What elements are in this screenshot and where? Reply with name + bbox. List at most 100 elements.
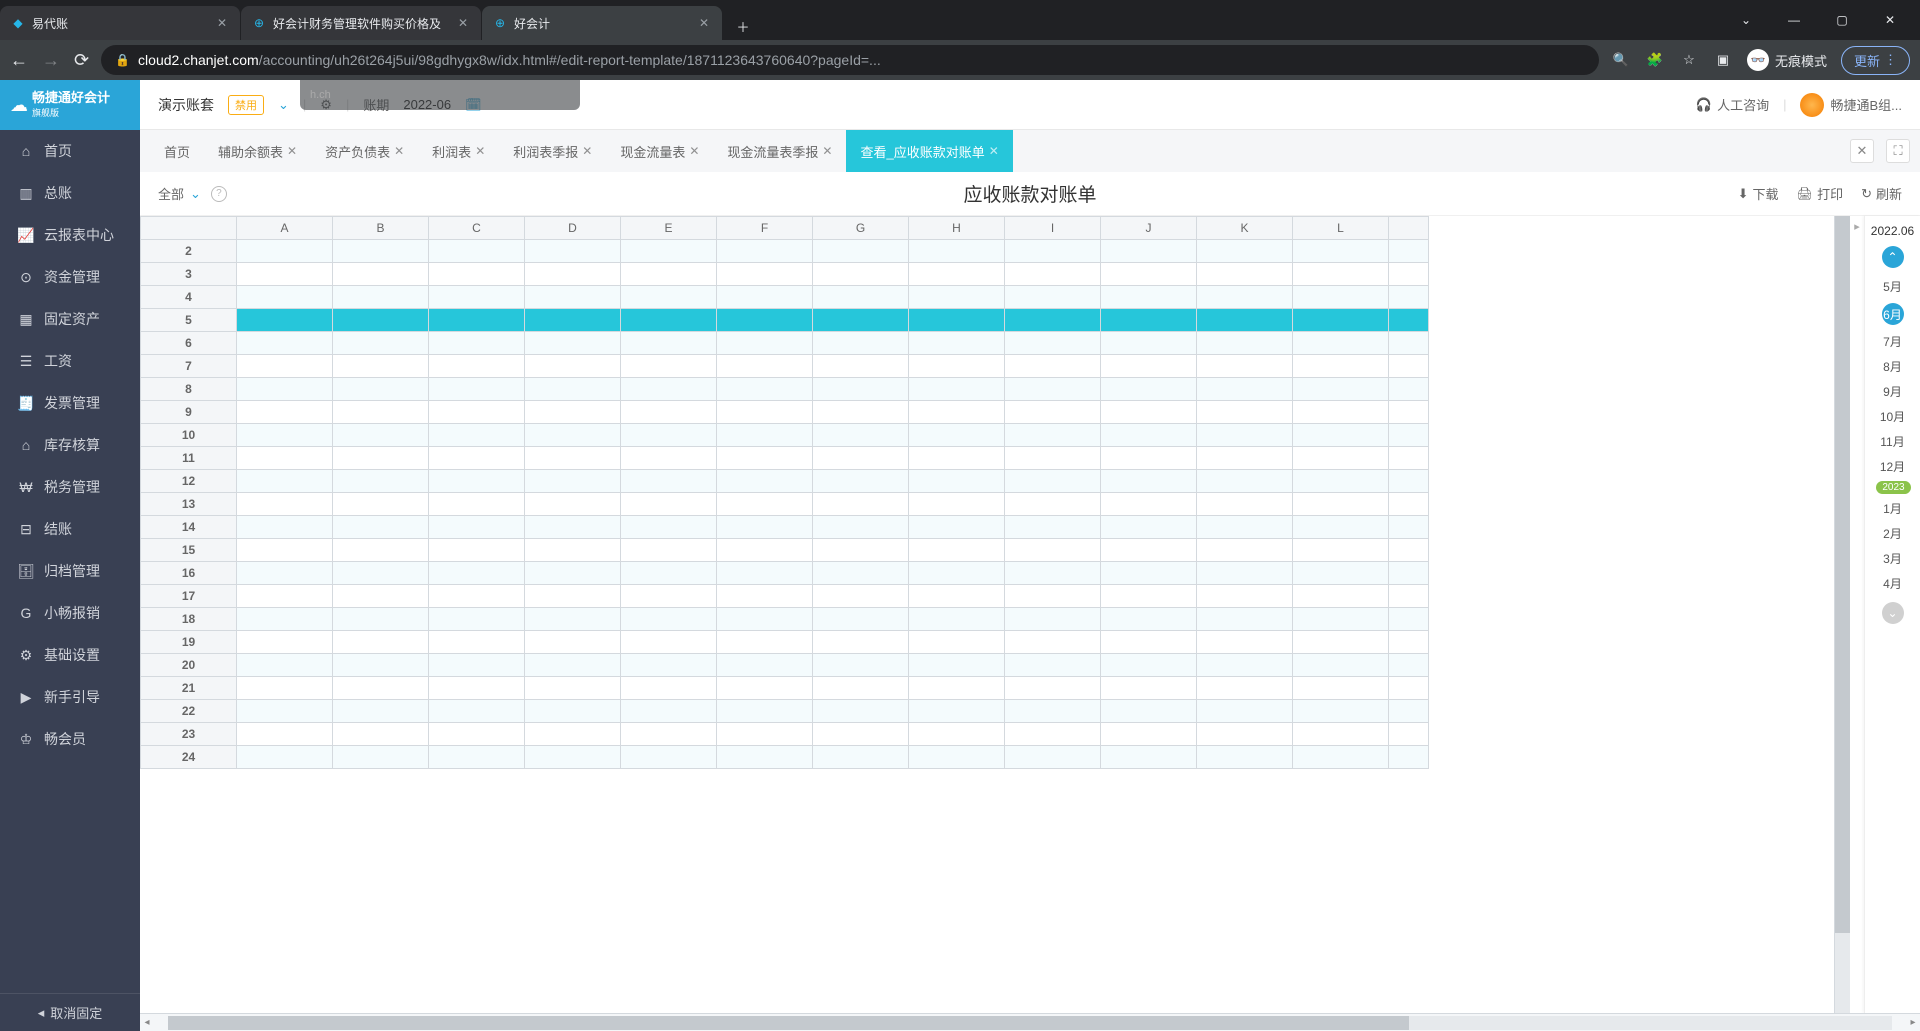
cell[interactable] — [621, 562, 717, 585]
cell[interactable] — [909, 309, 1005, 332]
cell[interactable] — [1389, 700, 1429, 723]
sidebar-item-4[interactable]: ▦固定资产 — [0, 298, 140, 340]
cell[interactable] — [717, 447, 813, 470]
cell[interactable] — [525, 332, 621, 355]
cell[interactable] — [1293, 516, 1389, 539]
cell[interactable] — [717, 562, 813, 585]
cell[interactable] — [333, 654, 429, 677]
cell[interactable] — [1005, 447, 1101, 470]
cell[interactable] — [1197, 447, 1293, 470]
cell[interactable] — [237, 562, 333, 585]
browser-tab-2[interactable]: ⊕ 好会计 ✕ — [482, 6, 722, 40]
cell[interactable] — [237, 608, 333, 631]
cell[interactable] — [525, 516, 621, 539]
sheet-row[interactable]: 4 — [141, 286, 1429, 309]
cell[interactable] — [525, 654, 621, 677]
sidebar-item-5[interactable]: ☰工资 — [0, 340, 140, 382]
cell[interactable] — [525, 562, 621, 585]
scroll-left-icon[interactable]: ◂ — [140, 1016, 154, 1030]
cell[interactable] — [429, 263, 525, 286]
cell[interactable] — [621, 263, 717, 286]
row-header[interactable]: 3 — [141, 263, 237, 286]
cell[interactable] — [813, 401, 909, 424]
cell[interactable] — [813, 332, 909, 355]
close-icon[interactable]: ✕ — [989, 144, 999, 158]
cell[interactable] — [237, 631, 333, 654]
cell[interactable] — [333, 723, 429, 746]
cell[interactable] — [525, 723, 621, 746]
cell[interactable] — [1197, 585, 1293, 608]
cell[interactable] — [909, 516, 1005, 539]
cell[interactable] — [909, 539, 1005, 562]
cell[interactable] — [1197, 493, 1293, 516]
cell[interactable] — [237, 447, 333, 470]
cell[interactable] — [1101, 263, 1197, 286]
period-month[interactable]: 1月 — [1874, 496, 1910, 521]
cell[interactable] — [1293, 539, 1389, 562]
cell[interactable] — [1293, 631, 1389, 654]
cell[interactable] — [429, 585, 525, 608]
cell[interactable] — [237, 263, 333, 286]
sheet-row[interactable]: 11 — [141, 447, 1429, 470]
reload-button[interactable]: ⟳ — [74, 50, 89, 71]
sheet-row[interactable]: 2 — [141, 240, 1429, 263]
help-icon[interactable]: ? — [211, 186, 227, 202]
cell[interactable] — [621, 654, 717, 677]
close-window-button[interactable]: ✕ — [1868, 5, 1912, 35]
cell[interactable] — [333, 378, 429, 401]
sidebar-item-1[interactable]: ▥总账 — [0, 172, 140, 214]
close-icon[interactable]: ✕ — [287, 144, 297, 158]
sidebar-item-10[interactable]: 🗄归档管理 — [0, 550, 140, 592]
cell[interactable] — [717, 723, 813, 746]
cell[interactable] — [909, 470, 1005, 493]
cell[interactable] — [621, 355, 717, 378]
cell[interactable] — [333, 631, 429, 654]
sidebar-item-11[interactable]: G小畅报销 — [0, 592, 140, 634]
row-header[interactable]: 19 — [141, 631, 237, 654]
vscrollbar[interactable] — [1835, 216, 1850, 1013]
cell[interactable] — [1389, 470, 1429, 493]
cell[interactable] — [1101, 677, 1197, 700]
cell[interactable] — [909, 700, 1005, 723]
cell[interactable] — [717, 539, 813, 562]
cell[interactable] — [1101, 608, 1197, 631]
cell[interactable] — [717, 470, 813, 493]
cell[interactable] — [621, 470, 717, 493]
cell[interactable] — [333, 677, 429, 700]
col-header[interactable]: G — [813, 217, 909, 240]
cell[interactable] — [237, 700, 333, 723]
cell[interactable] — [333, 516, 429, 539]
cell[interactable] — [1101, 723, 1197, 746]
col-header[interactable]: F — [717, 217, 813, 240]
cell[interactable] — [1197, 263, 1293, 286]
cell[interactable] — [813, 746, 909, 769]
cell[interactable] — [525, 309, 621, 332]
cell[interactable] — [1389, 332, 1429, 355]
cell[interactable] — [1389, 608, 1429, 631]
col-header[interactable]: H — [909, 217, 1005, 240]
page-tab-5[interactable]: 现金流量表✕ — [606, 130, 713, 172]
cell[interactable] — [1101, 631, 1197, 654]
row-header[interactable]: 8 — [141, 378, 237, 401]
cell[interactable] — [333, 309, 429, 332]
close-icon[interactable]: ✕ — [582, 144, 592, 158]
cell[interactable] — [1197, 608, 1293, 631]
close-icon[interactable]: ✕ — [689, 144, 699, 158]
cell[interactable] — [717, 263, 813, 286]
cell[interactable] — [1389, 447, 1429, 470]
cell[interactable] — [1101, 470, 1197, 493]
cell[interactable] — [429, 470, 525, 493]
cell[interactable] — [621, 608, 717, 631]
cell[interactable] — [1005, 723, 1101, 746]
period-up-button[interactable]: ⌃ — [1882, 246, 1904, 268]
install-icon[interactable]: ▣ — [1713, 50, 1733, 70]
sheet-row[interactable]: 8 — [141, 378, 1429, 401]
period-month[interactable]: 9月 — [1874, 379, 1910, 404]
col-header[interactable]: I — [1005, 217, 1101, 240]
cell[interactable] — [621, 309, 717, 332]
cell[interactable] — [1293, 608, 1389, 631]
cell[interactable] — [717, 746, 813, 769]
cell[interactable] — [1389, 746, 1429, 769]
cell[interactable] — [717, 332, 813, 355]
row-header[interactable]: 20 — [141, 654, 237, 677]
